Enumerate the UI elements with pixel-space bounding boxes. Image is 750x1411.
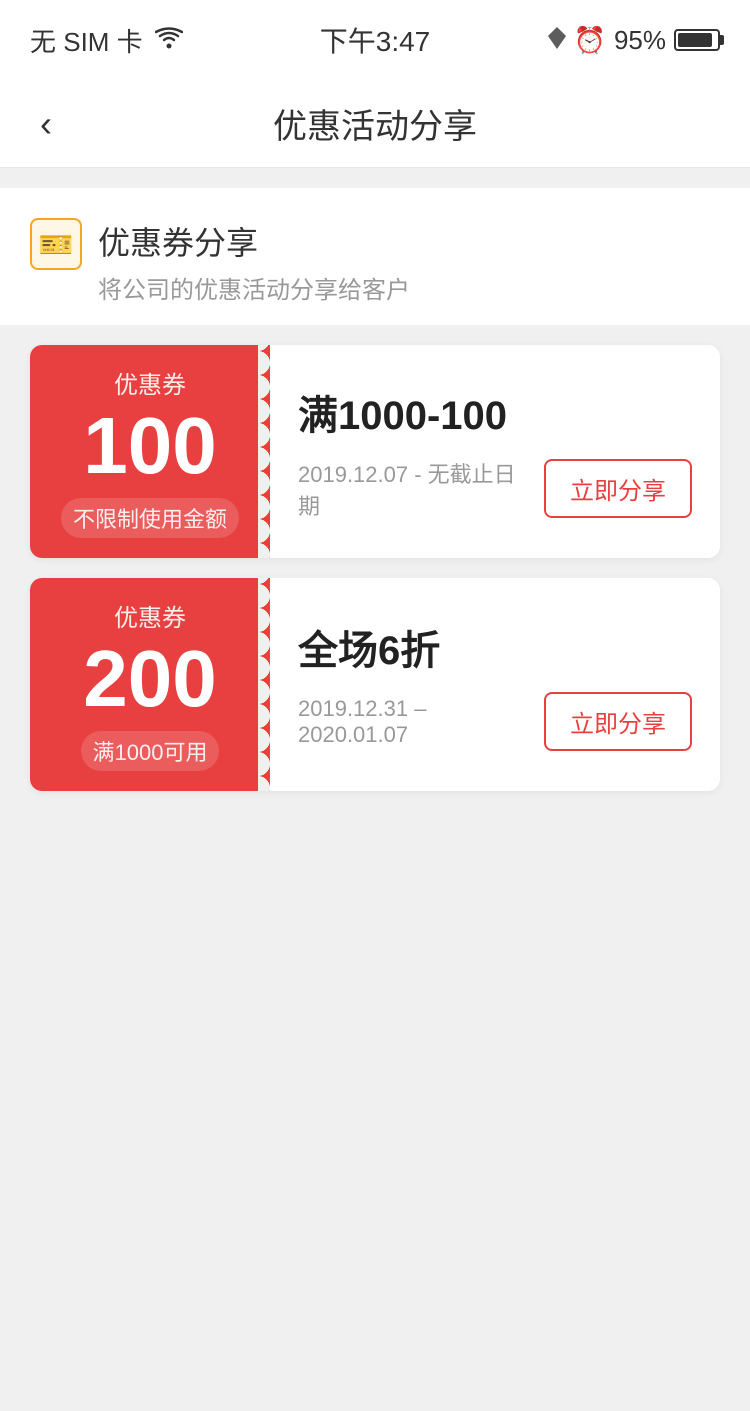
coupon-card: 优惠券 100 不限制使用金额 满1000-100 2019.12.07 - 无… [30,345,720,558]
section-icon: 🎫 [30,218,82,270]
alarm-icon: ⏰ [574,25,606,56]
back-button[interactable]: ‹ [30,93,62,155]
status-time: 下午3:47 [320,20,431,60]
battery-icon [674,29,720,51]
coupon-right: 满1000-100 2019.12.07 - 无截止日期 立即分享 [270,345,720,558]
coupon-bottom: 2019.12.07 - 无截止日期 立即分享 [298,457,692,521]
status-right: ⏰ 95% [548,25,720,56]
section-text: 优惠券分享 将公司的优惠活动分享给客户 [98,218,410,305]
coupon-label: 优惠券 [114,598,186,633]
coupon-condition: 不限制使用金额 [61,498,239,538]
coupon-card: 优惠券 200 满1000可用 全场6折 2019.12.31 – 2020.0… [30,578,720,791]
coupon-name: 满1000-100 [298,383,692,441]
carrier-text: 无 SIM 卡 [30,22,143,59]
status-left: 无 SIM 卡 [30,22,183,59]
empty-area [0,811,750,1411]
coupon-right: 全场6折 2019.12.31 – 2020.01.07 立即分享 [270,578,720,791]
location-icon [548,25,566,56]
coupon-bottom: 2019.12.31 – 2020.01.07 立即分享 [298,692,692,751]
coupon-amount: 100 [83,406,216,486]
coupon-amount: 200 [83,639,216,719]
section-header: 🎫 优惠券分享 将公司的优惠活动分享给客户 [0,188,750,325]
page-title: 优惠活动分享 [273,99,477,148]
wifi-icon [155,25,183,56]
coupon-list: 优惠券 100 不限制使用金额 满1000-100 2019.12.07 - 无… [0,325,750,811]
coupon-name: 全场6折 [298,618,692,676]
nav-bar: ‹ 优惠活动分享 [0,80,750,168]
section-title: 优惠券分享 [98,218,410,264]
section-subtitle: 将公司的优惠活动分享给客户 [98,270,410,305]
coupon-condition: 满1000可用 [81,731,220,771]
share-button[interactable]: 立即分享 [544,459,692,518]
coupon-label: 优惠券 [114,365,186,400]
battery-percent: 95% [614,25,666,56]
share-button[interactable]: 立即分享 [544,692,692,751]
status-bar: 无 SIM 卡 下午3:47 ⏰ 95% [0,0,750,80]
coupon-date: 2019.12.31 – 2020.01.07 [298,696,534,748]
coupon-left: 优惠券 100 不限制使用金额 [30,345,270,558]
coupon-left: 优惠券 200 满1000可用 [30,578,270,791]
coupon-date: 2019.12.07 - 无截止日期 [298,457,534,521]
